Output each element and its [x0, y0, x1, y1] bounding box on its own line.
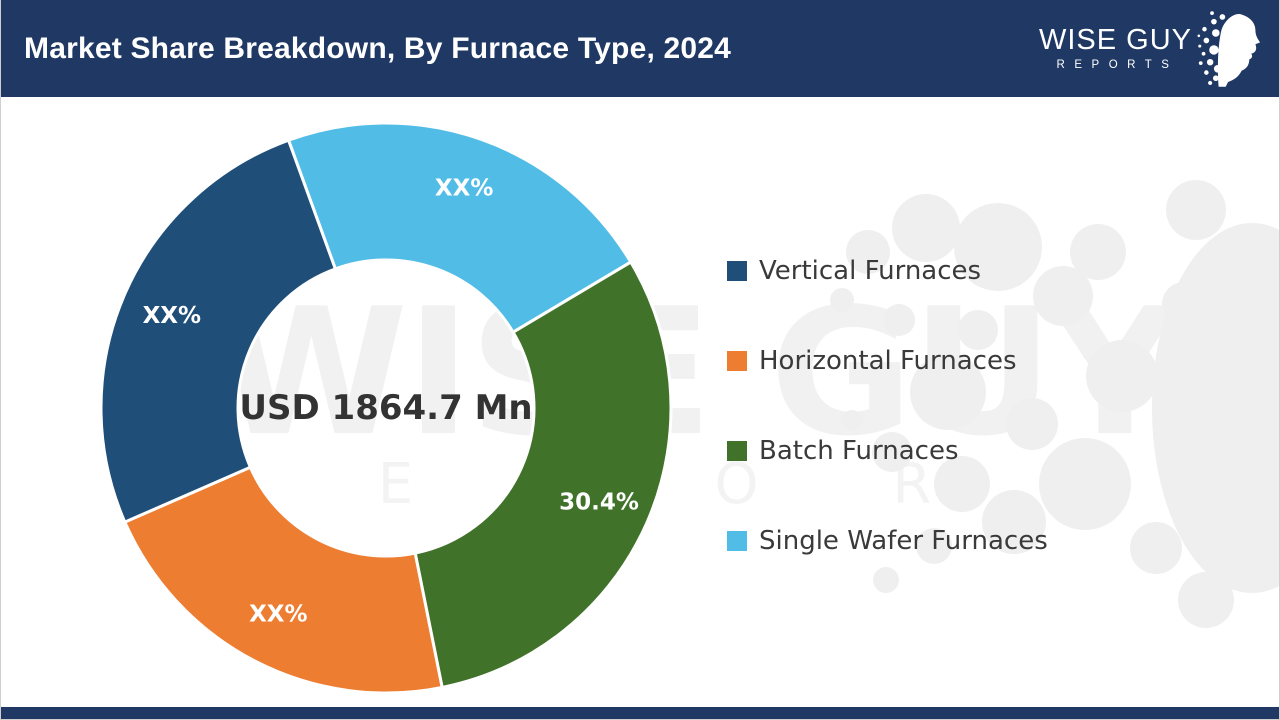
- donut-slice-batch-furnaces: [413, 260, 673, 689]
- logo-wiseguy-text: WISE GUY: [1038, 24, 1192, 56]
- page-title: Market Share Breakdown, By Furnace Type,…: [24, 31, 732, 65]
- legend-label: Batch Furnaces: [759, 436, 959, 466]
- donut-slice-vertical-furnaces: [99, 138, 337, 524]
- legend-label: Horizontal Furnaces: [759, 346, 1017, 376]
- logo-reports-text: REPORTS: [1056, 59, 1179, 71]
- legend-item-vertical-furnaces: Vertical Furnaces: [727, 256, 1048, 286]
- legend: Vertical Furnaces Horizontal Furnaces Batc…: [727, 256, 1048, 556]
- legend-label: Single Wafer Furnaces: [759, 526, 1048, 556]
- legend-item-single-wafer-furnaces: Single Wafer Furnaces: [727, 526, 1048, 556]
- legend-swatch: [727, 441, 747, 461]
- slice-value-label: XX%: [435, 176, 494, 202]
- logo-face-icon: [1197, 10, 1261, 87]
- legend-item-horizontal-furnaces: Horizontal Furnaces: [727, 346, 1048, 376]
- infographic-page: Market Share Breakdown, By Furnace Type,…: [0, 0, 1280, 720]
- slice-value-label: 30.4%: [559, 489, 639, 515]
- wiseguy-logo: WISE GUY REPORTS: [1039, 9, 1262, 89]
- slice-value-label: XX%: [143, 303, 202, 329]
- footer-bar: [0, 707, 1280, 720]
- legend-item-batch-furnaces: Batch Furnaces: [727, 436, 1048, 466]
- legend-swatch: [727, 531, 747, 551]
- slice-value-label: XX%: [249, 602, 308, 628]
- donut-center-value: USD 1864.7 Mn: [239, 388, 532, 428]
- header-bar: Market Share Breakdown, By Furnace Type,…: [0, 0, 1280, 97]
- legend-swatch: [727, 351, 747, 371]
- legend-swatch: [727, 261, 747, 281]
- legend-label: Vertical Furnaces: [759, 256, 982, 286]
- donut-chart: XX% 30.4% XX% XX% USD 1864.7 Mn: [99, 121, 673, 695]
